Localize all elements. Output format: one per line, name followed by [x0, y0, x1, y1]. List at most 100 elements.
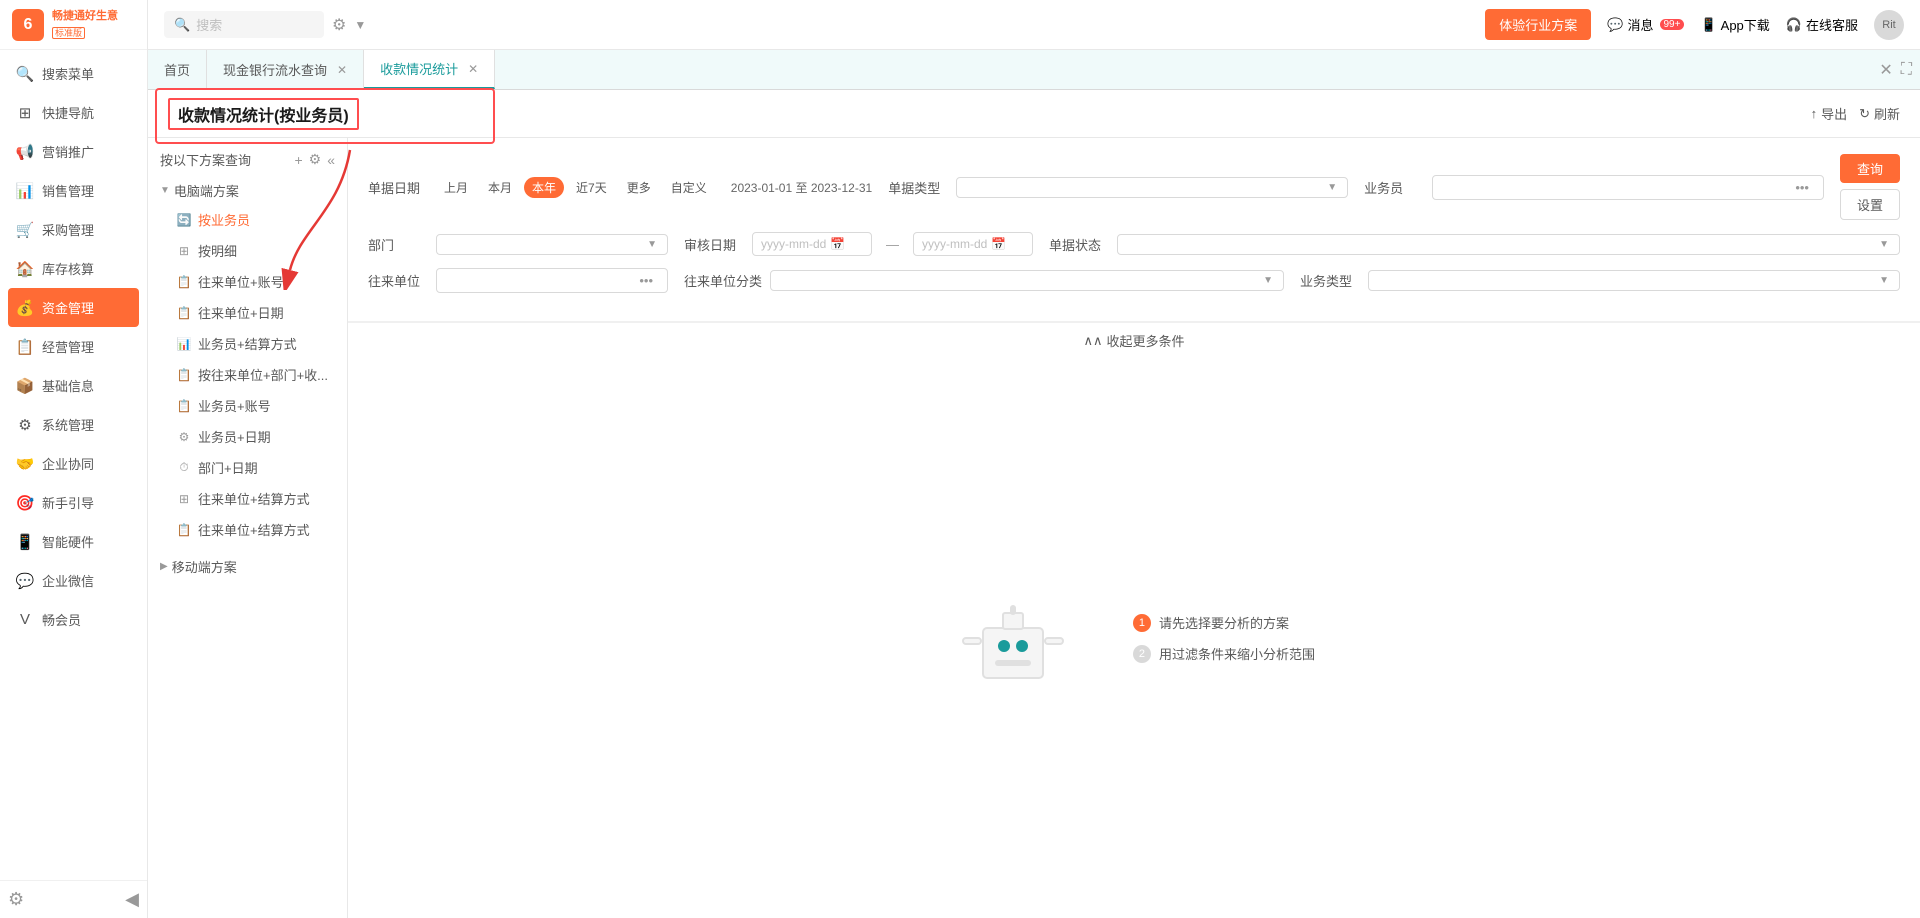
scheme-item-salesperson-account[interactable]: 📋 业务员+账号: [148, 390, 347, 421]
message-icon: 💬: [1607, 17, 1623, 33]
biz-type-select[interactable]: ▼: [1368, 270, 1900, 291]
empty-tip-2: 2 用过滤条件来缩小分析范围: [1133, 644, 1315, 663]
scheme-settings-icon[interactable]: ⚙: [309, 151, 322, 168]
sidebar-item-search[interactable]: 🔍 搜索菜单: [0, 54, 147, 93]
search-icon: 🔍: [16, 65, 34, 83]
scheme-item-unit-account[interactable]: 📋 往来单位+账号: [148, 266, 347, 297]
topbar-left: 🔍 搜索 ⚙ ▼: [164, 11, 1469, 38]
sidebar-item-label: 基础信息: [42, 376, 94, 395]
scheme-item-salesperson-settlement[interactable]: 📊 业务员+结算方式: [148, 328, 347, 359]
sidebar-item-marketing[interactable]: 📢 营销推广: [0, 132, 147, 171]
empty-tip-1: 1 请先选择要分析的方案: [1133, 613, 1315, 632]
logo: 6 畅捷通好生意 标准版: [0, 0, 147, 50]
date-tab-7days[interactable]: 近7天: [568, 177, 615, 198]
calendar-from-icon[interactable]: 📅: [830, 237, 845, 251]
sidebar-item-inventory[interactable]: 🏠 库存核算: [0, 249, 147, 288]
sidebar-item-enterprise[interactable]: 🤝 企业协同: [0, 444, 147, 483]
date-tab-more[interactable]: 更多: [619, 177, 659, 198]
tab-collection-stat[interactable]: 收款情况统计 ✕: [364, 50, 495, 89]
scheme-item-salesperson-icon: 🔄: [176, 212, 192, 228]
sidebar-item-finance[interactable]: 💰 资金管理: [8, 288, 139, 327]
app-download-btn[interactable]: 📱 App下载: [1700, 15, 1769, 34]
scheme-item-salesperson[interactable]: 🔄 按业务员: [148, 204, 347, 235]
scheme-item-unit-date[interactable]: 📋 往来单位+日期: [148, 297, 347, 328]
search-bar[interactable]: 🔍 搜索: [164, 11, 324, 38]
date-tabs: 上月 本月 本年 近7天 更多 自定义: [436, 177, 715, 198]
empty-illustration: [953, 578, 1073, 698]
refresh-label: 刷新: [1874, 104, 1900, 123]
scheme-group-pc-header[interactable]: ▼ 电脑端方案: [148, 177, 347, 204]
scheme-item-unit-settlement2[interactable]: 📋 往来单位+结算方式: [148, 514, 347, 545]
date-tab-custom[interactable]: 自定义: [663, 177, 715, 198]
counterpart-category-select[interactable]: ▼: [770, 270, 1284, 291]
scheme-item-salesperson-date[interactable]: ⚙ 业务员+日期: [148, 421, 347, 452]
refresh-btn[interactable]: ↻ 刷新: [1859, 104, 1900, 123]
scheme-item-unit-account-label: 往来单位+账号: [198, 272, 284, 291]
scheme-group-mobile-label: 移动端方案: [172, 557, 237, 576]
query-btn[interactable]: 查询: [1840, 154, 1900, 183]
dept-select[interactable]: ▼: [436, 234, 668, 255]
service-icon: 🎧: [1786, 17, 1802, 33]
collapse-sidebar-icon[interactable]: ◀: [125, 889, 139, 910]
sidebar-item-label: 采购管理: [42, 220, 94, 239]
tab-bank-flow[interactable]: 现金银行流水查询 ✕: [207, 50, 364, 89]
counterpart-category-arrow-icon: ▼: [1263, 275, 1273, 286]
sidebar-item-label: 搜索菜单: [42, 64, 94, 83]
sidebar-item-wechat[interactable]: 💬 企业微信: [0, 561, 147, 600]
solution-btn[interactable]: 体验行业方案: [1485, 9, 1591, 40]
date-tab-this-year[interactable]: 本年: [524, 177, 564, 198]
user-avatar[interactable]: Rit: [1874, 10, 1904, 40]
basic-icon: 📦: [16, 377, 34, 395]
date-tab-this-month[interactable]: 本月: [480, 177, 520, 198]
doc-status-select[interactable]: ▼: [1117, 234, 1900, 255]
tab-collection-stat-close[interactable]: ✕: [468, 62, 478, 76]
date-label: 单据日期: [368, 178, 428, 197]
scheme-item-unit-dept-collect[interactable]: 📋 按往来单位+部门+收...: [148, 359, 347, 390]
close-all-icon[interactable]: ✕: [1879, 60, 1892, 80]
sidebar-item-quicknav[interactable]: ⊞ 快捷导航: [0, 93, 147, 132]
tab-bank-flow-close[interactable]: ✕: [337, 63, 347, 77]
maximize-icon[interactable]: ⛶: [1901, 61, 1912, 79]
scheme-item-dept-date[interactable]: ⏱ 部门+日期: [148, 452, 347, 483]
sidebar-item-sales[interactable]: 📊 销售管理: [0, 171, 147, 210]
sidebar-item-operations[interactable]: 📋 经营管理: [0, 327, 147, 366]
counterpart-select[interactable]: •••: [436, 268, 668, 293]
review-date-from[interactable]: yyyy-mm-dd 📅: [752, 232, 872, 256]
messages-btn[interactable]: 💬 消息 99+: [1607, 15, 1684, 34]
scheme-group-mobile-header[interactable]: ▶ 移动端方案: [148, 553, 347, 580]
calendar-to-icon[interactable]: 📅: [991, 237, 1006, 251]
scheme-collapse-icon[interactable]: «: [327, 152, 335, 168]
doc-type-select[interactable]: ▼: [956, 177, 1348, 198]
dropdown-arrow-icon[interactable]: ▼: [354, 18, 366, 32]
tab-home[interactable]: 首页: [148, 50, 207, 89]
salesperson-select[interactable]: •••: [1432, 175, 1824, 200]
collapse-up-icon: ∧∧: [1083, 333, 1102, 349]
counterpart-more-icon[interactable]: •••: [635, 273, 657, 288]
settings-icon[interactable]: ⚙: [332, 15, 346, 35]
sidebar-item-basic[interactable]: 📦 基础信息: [0, 366, 147, 405]
scheme-item-unit-settlement1[interactable]: ⊞ 往来单位+结算方式: [148, 483, 347, 514]
sidebar-item-label: 企业协同: [42, 454, 94, 473]
online-service-btn[interactable]: 🎧 在线客服: [1786, 15, 1858, 34]
filter-row-2: 部门 ▼ 审核日期 yyyy-mm-dd 📅 —: [368, 232, 1900, 256]
scheme-item-detail[interactable]: ⊞ 按明细: [148, 235, 347, 266]
tip-2-text: 用过滤条件来缩小分析范围: [1159, 644, 1315, 663]
sidebar-item-purchase[interactable]: 🛒 采购管理: [0, 210, 147, 249]
review-date-to[interactable]: yyyy-mm-dd 📅: [913, 232, 1033, 256]
sidebar-item-system[interactable]: ⚙ 系统管理: [0, 405, 147, 444]
tip-1-text: 请先选择要分析的方案: [1159, 613, 1289, 632]
scheme-item-unit-settlement1-icon: ⊞: [176, 491, 192, 507]
collapse-bar[interactable]: ∧∧ 收起更多条件: [348, 322, 1920, 358]
scheme-item-unit-settlement2-label: 往来单位+结算方式: [198, 520, 310, 539]
scheme-add-icon[interactable]: +: [294, 152, 302, 168]
scheme-panel: 按以下方案查询 + ⚙ « ▼ 电脑端方案 🔄 按业务员 ⊞: [148, 138, 348, 918]
export-btn[interactable]: ↑ 导出: [1811, 104, 1848, 123]
date-tab-last-month[interactable]: 上月: [436, 177, 476, 198]
sidebar-item-guide[interactable]: 🎯 新手引导: [0, 483, 147, 522]
salesperson-more-icon[interactable]: •••: [1795, 180, 1809, 195]
settings-btn[interactable]: 设置: [1840, 189, 1900, 220]
sidebar-item-hardware[interactable]: 📱 智能硬件: [0, 522, 147, 561]
sidebar-item-member[interactable]: V 畅会员: [0, 600, 147, 639]
settings-footer-icon[interactable]: ⚙: [8, 889, 24, 910]
review-date-label: 审核日期: [684, 235, 744, 254]
